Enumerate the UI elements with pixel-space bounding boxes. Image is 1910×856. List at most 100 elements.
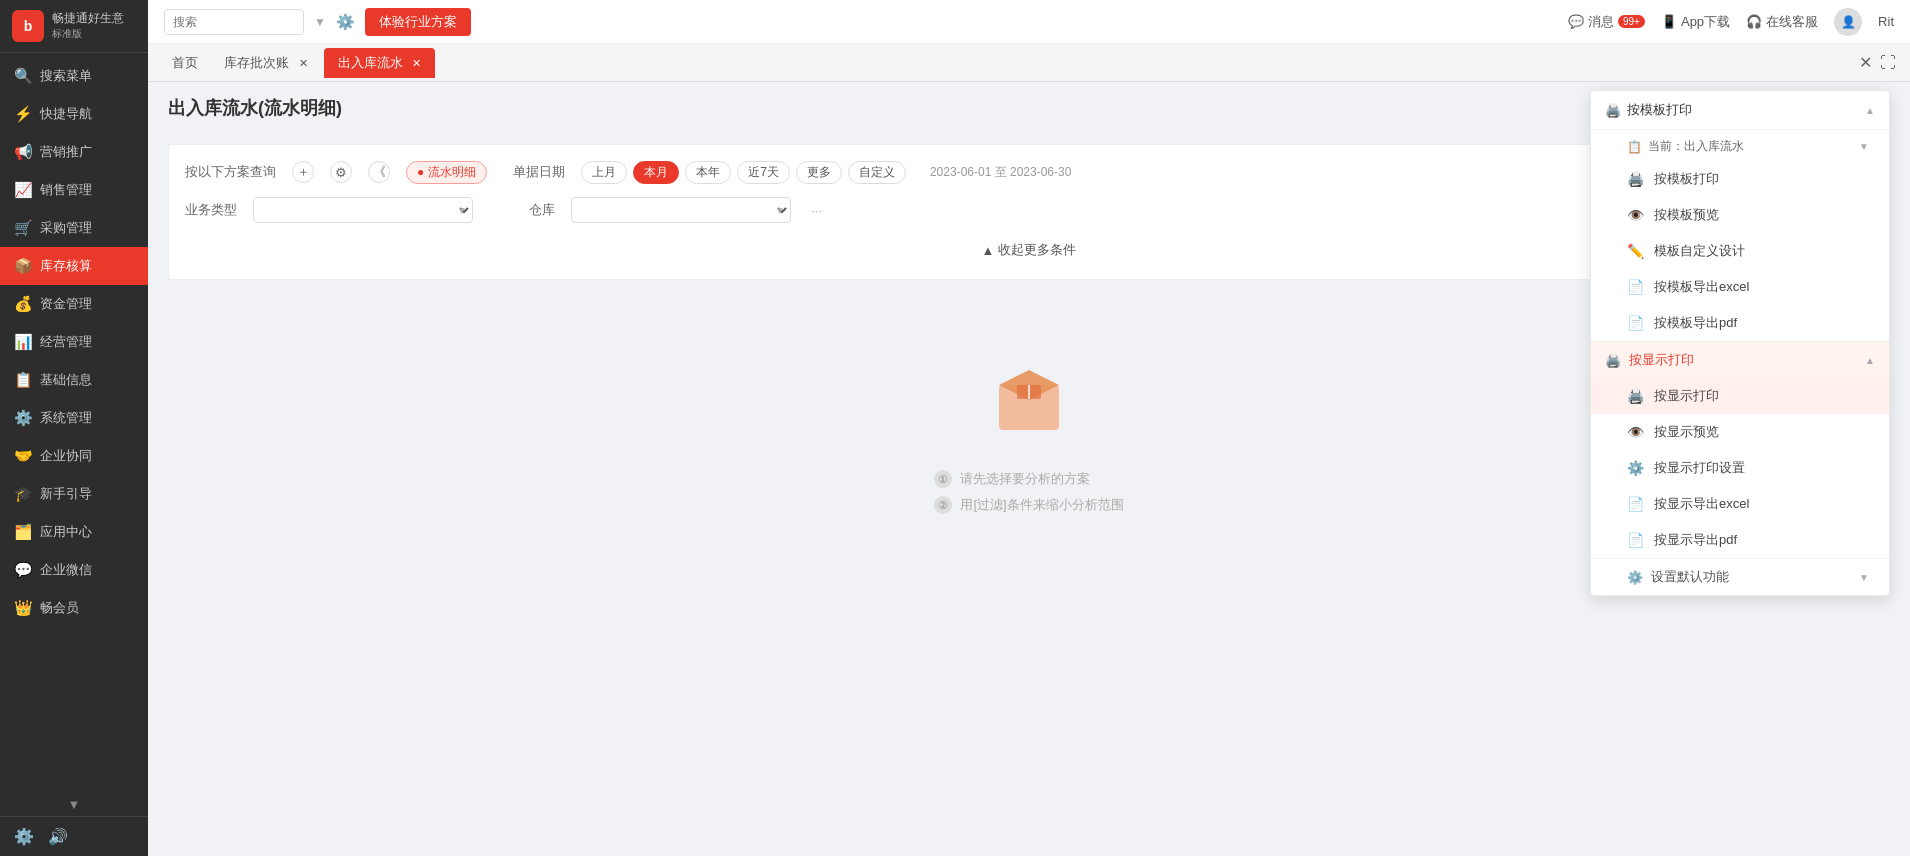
dropdown-header-arrow-up[interactable]: ▲ [1865, 105, 1875, 116]
online-service-label: 在线客服 [1766, 13, 1818, 31]
sidebar-item-guide[interactable]: 🎓 新手引导 [0, 475, 148, 513]
current-icon: 📋 [1627, 140, 1642, 154]
sidebar-item-vip[interactable]: 👑 畅会员 [0, 589, 148, 627]
dropdown-current-label: 当前：出入库流水 [1648, 138, 1859, 155]
nav-label-basic: 基础信息 [40, 371, 92, 389]
nav-label-search: 搜索菜单 [40, 67, 92, 85]
sidebar-item-basic[interactable]: 📋 基础信息 [0, 361, 148, 399]
display-section-arrow-up[interactable]: ▲ [1865, 355, 1875, 366]
sidebar-item-sales[interactable]: 📈 销售管理 [0, 171, 148, 209]
dp-label-template_print: 按模板打印 [1654, 170, 1719, 188]
footer-label: 设置默认功能 [1651, 568, 1729, 586]
filter-collapse-btn[interactable]: 《 [368, 161, 390, 183]
close-window-btn[interactable]: ✕ [1859, 53, 1872, 72]
tabbar-right: ✕ ⛶ [1859, 53, 1896, 72]
dp-item-display_print_settings[interactable]: ⚙️ 按显示打印设置 [1591, 450, 1889, 486]
app-download-item[interactable]: 📱 App下载 [1661, 13, 1730, 31]
nav-icon-marketing: 📢 [14, 143, 32, 161]
tab-home[interactable]: 首页 [162, 48, 208, 78]
filter-biz-select-wrap: ▼ [253, 197, 473, 223]
user-avatar[interactable]: 👤 [1834, 8, 1862, 36]
sidebar-item-marketing[interactable]: 📢 营销推广 [0, 133, 148, 171]
dp-item-display_export_excel[interactable]: 📄 按显示导出excel [1591, 486, 1889, 522]
sidebar-item-corp[interactable]: 🤝 企业协同 [0, 437, 148, 475]
dropdown-header: 🖨️ 按模板打印 ▲ [1591, 91, 1889, 130]
display-section-header[interactable]: 🖨️ 按显示打印 ▲ [1591, 342, 1889, 378]
chip-本月[interactable]: 本月 [633, 161, 679, 184]
tab-batch[interactable]: 库存批次账 ✕ [210, 48, 322, 78]
message-item[interactable]: 💬 消息 99+ [1568, 13, 1645, 31]
sidebar-item-business[interactable]: 📊 经营管理 [0, 323, 148, 361]
dropdown-footer[interactable]: ⚙️ 设置默认功能 ▼ [1591, 559, 1889, 595]
filter-search-label: 按以下方案查询 [185, 163, 276, 181]
filter-gear-btn[interactable]: ⚙ [330, 161, 352, 183]
dp-icon-display_export_excel: 📄 [1627, 496, 1644, 512]
dropdown-chevron-icon[interactable]: ▼ [314, 15, 326, 29]
tabbar: 首页 库存批次账 ✕ 出入库流水 ✕ ✕ ⛶ [148, 44, 1910, 82]
expand-window-btn[interactable]: ⛶ [1880, 54, 1896, 72]
chip-更多[interactable]: 更多 [796, 161, 842, 184]
warehouse-more-icon[interactable]: ··· [811, 203, 822, 218]
current-expand-icon[interactable]: ▼ [1859, 141, 1869, 152]
dp-item-template_print[interactable]: 🖨️ 按模板打印 [1591, 161, 1889, 197]
dp-icon-display_preview: 👁️ [1627, 424, 1644, 440]
chip-上月[interactable]: 上月 [581, 161, 627, 184]
dp-item-template_export_pdf[interactable]: 📄 按模板导出pdf [1591, 305, 1889, 341]
dp-item-display_print[interactable]: 🖨️ 按显示打印 [1591, 378, 1889, 414]
sidebar-scroll-down[interactable]: ▼ [0, 793, 148, 816]
dp-item-template_export_excel[interactable]: 📄 按模板导出excel [1591, 269, 1889, 305]
settings-icon[interactable]: ⚙️ [14, 827, 34, 846]
sidebar-footer: ⚙️ 🔊 [0, 816, 148, 856]
dp-icon-display_export_pdf: 📄 [1627, 532, 1644, 548]
dp-label-template_export_excel: 按模板导出excel [1654, 278, 1749, 296]
display-section-label: 按显示打印 [1629, 351, 1694, 369]
dp-item-display_preview[interactable]: 👁️ 按显示预览 [1591, 414, 1889, 450]
dropdown-header-label: 按模板打印 [1627, 101, 1692, 119]
filter-warehouse-select[interactable] [571, 197, 791, 223]
nav-label-appstore: 应用中心 [40, 523, 92, 541]
online-service-item[interactable]: 🎧 在线客服 [1746, 13, 1818, 31]
dropdown-panel: 🖨️ 按模板打印 ▲ 📋 当前：出入库流水 ▼ 🖨️ 按模板打印 👁️ 按模板预… [1590, 90, 1890, 596]
tab-flow-close-icon[interactable]: ✕ [412, 57, 421, 69]
nav-icon-inventory: 📦 [14, 257, 32, 275]
sidebar-item-search[interactable]: 🔍 搜索菜单 [0, 57, 148, 95]
dp-label-template_custom: 模板自定义设计 [1654, 242, 1745, 260]
chip-近7天[interactable]: 近7天 [737, 161, 790, 184]
sidebar-item-finance[interactable]: 💰 资金管理 [0, 285, 148, 323]
nav-icon-basic: 📋 [14, 371, 32, 389]
dp-icon-display_print: 🖨️ [1627, 388, 1644, 404]
avatar-placeholder: 👤 [1841, 15, 1856, 29]
chip-自定义[interactable]: 自定义 [848, 161, 906, 184]
tab-flow[interactable]: 出入库流水 ✕ [324, 48, 436, 78]
nav-icon-wechat: 💬 [14, 561, 32, 579]
dp-item-template_custom[interactable]: ✏️ 模板自定义设计 [1591, 233, 1889, 269]
nav-label-marketing: 营销推广 [40, 143, 92, 161]
filter-chips: 上月本月本年近7天更多自定义 [581, 161, 906, 184]
sidebar-item-inventory[interactable]: 📦 库存核算 [0, 247, 148, 285]
sidebar-item-shortcut[interactable]: ⚡ 快捷导航 [0, 95, 148, 133]
filter-add-btn[interactable]: ＋ [292, 161, 314, 183]
sidebar-item-system[interactable]: ⚙️ 系统管理 [0, 399, 148, 437]
nav-label-wechat: 企业微信 [40, 561, 92, 579]
footer-chevron-down-icon: ▼ [1859, 572, 1869, 583]
filter-biz-select[interactable] [253, 197, 473, 223]
nav-label-business: 经营管理 [40, 333, 92, 351]
dp-item-template_preview[interactable]: 👁️ 按模板预览 [1591, 197, 1889, 233]
nav-label-vip: 畅会员 [40, 599, 79, 617]
industry-btn[interactable]: 体验行业方案 [365, 8, 471, 36]
sidebar-item-purchase[interactable]: 🛒 采购管理 [0, 209, 148, 247]
sidebar-item-wechat[interactable]: 💬 企业微信 [0, 551, 148, 589]
search-input[interactable] [164, 9, 304, 35]
settings-icon[interactable]: ⚙️ [336, 13, 355, 31]
message-badge: 99+ [1618, 15, 1645, 28]
tab-batch-close-icon[interactable]: ✕ [299, 57, 308, 69]
nav-label-finance: 资金管理 [40, 295, 92, 313]
dp-label-template_export_pdf: 按模板导出pdf [1654, 314, 1737, 332]
sound-icon[interactable]: 🔊 [48, 827, 68, 846]
dp-item-display_export_pdf[interactable]: 📄 按显示导出pdf [1591, 522, 1889, 558]
sidebar-item-appstore[interactable]: 🗂️ 应用中心 [0, 513, 148, 551]
page-content: 出入库流水(流水明细) 🖨️ 按模板打印 ▲ ↗ 导出 ↺ 刷新 [148, 82, 1910, 856]
chip-本年[interactable]: 本年 [685, 161, 731, 184]
dp-label-display_preview: 按显示预览 [1654, 423, 1719, 441]
nav-label-inventory: 库存核算 [40, 257, 92, 275]
